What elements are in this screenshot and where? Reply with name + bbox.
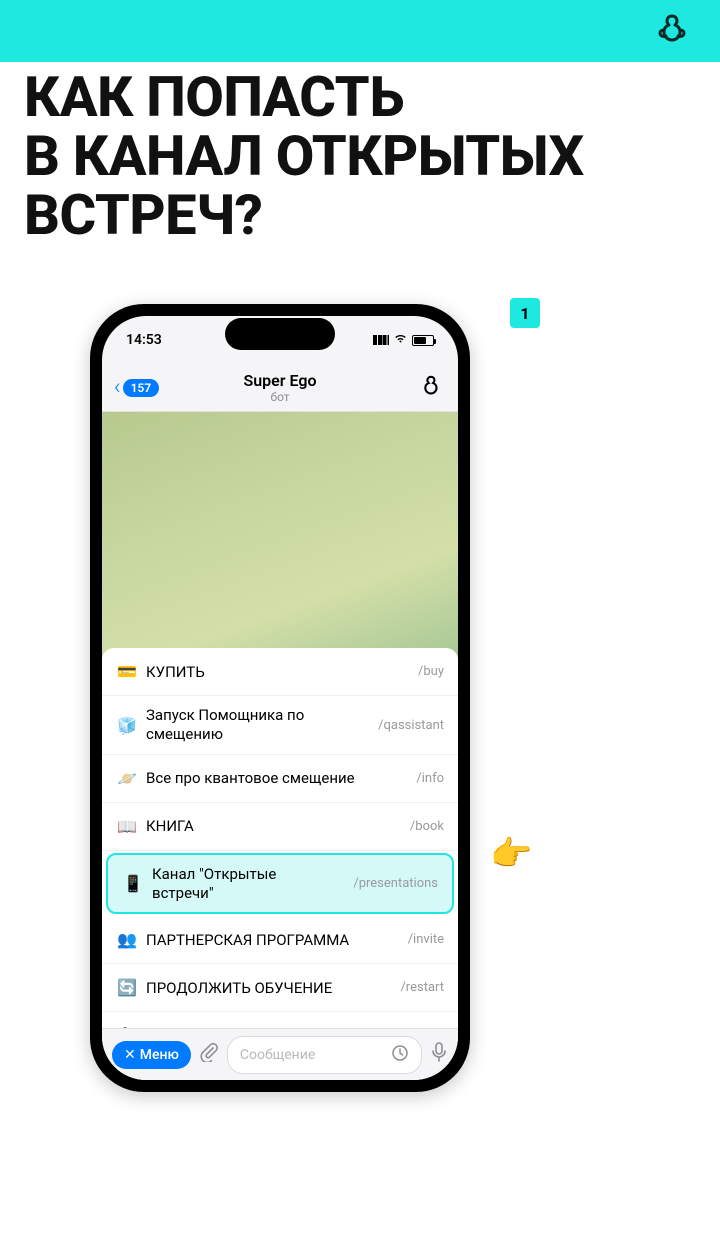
- unread-count-badge: 157: [123, 379, 160, 397]
- title-line: В КАНАЛ ОТКРЫТЫХ: [24, 123, 584, 189]
- menu-item-icon: 💳: [116, 662, 138, 681]
- menu-item[interactable]: 📱 Канал "Открытые встречи" /presentations: [106, 853, 454, 915]
- wifi-icon: [393, 333, 408, 348]
- menu-item-command: /invite: [408, 932, 444, 947]
- status-time: 14:53: [126, 332, 162, 348]
- battery-icon: [412, 335, 434, 346]
- menu-item-label: Все про квантовое смещение: [146, 769, 408, 788]
- menu-item-command: /buy: [418, 664, 444, 679]
- chevron-left-icon: ‹: [114, 375, 121, 400]
- brand-logo-icon: [652, 12, 692, 52]
- menu-item[interactable]: 🔄 ПРОДОЛЖИТЬ ОБУЧЕНИЕ/restart: [102, 964, 458, 1012]
- menu-button-label: Меню: [140, 1047, 179, 1063]
- menu-item-label: ПАРТНЕРСКАЯ ПРОГРАММА: [146, 931, 400, 950]
- bot-menu-panel: 💳 КУПИТЬ/buy 🧊 Запуск Помощника по смещению…: [102, 648, 458, 1080]
- back-button[interactable]: ‹ 157: [114, 375, 159, 400]
- title-line: КАК ПОПАСТЬ: [24, 64, 404, 130]
- menu-item[interactable]: 📖 КНИГА/book: [102, 803, 458, 851]
- chat-header: ‹ 157 Super Ego бот: [102, 364, 458, 412]
- chat-avatar[interactable]: [416, 373, 446, 403]
- menu-item[interactable]: 👥 ПАРТНЕРСКАЯ ПРОГРАММА/invite: [102, 916, 458, 964]
- phone-frame: 14:53 ‹ 157 Super Ego бот: [90, 304, 470, 1092]
- menu-item-icon: 📱: [122, 874, 144, 893]
- title-line: ВСТРЕЧ?: [24, 182, 262, 248]
- phone-notch: [225, 318, 335, 350]
- menu-item-command: /book: [410, 819, 444, 834]
- menu-item-icon: 👥: [116, 930, 138, 949]
- page-title: КАК ПОПАСТЬ В КАНАЛ ОТКРЫТЫХ ВСТРЕЧ?: [0, 62, 720, 244]
- menu-item-icon: 🪐: [116, 769, 138, 788]
- close-icon: ✕: [124, 1047, 136, 1063]
- attach-icon[interactable]: [199, 1042, 219, 1067]
- schedule-icon[interactable]: [391, 1043, 409, 1067]
- menu-item[interactable]: 🪐 Все про квантовое смещение/info: [102, 755, 458, 803]
- pointing-hand-icon: 👉: [490, 834, 532, 874]
- message-input-bar: ✕ Меню Сообщение: [102, 1028, 458, 1080]
- message-input[interactable]: Сообщение: [227, 1036, 422, 1074]
- step-number-badge: 1: [510, 298, 540, 328]
- accent-band: [0, 0, 720, 62]
- menu-item-command: /presentations: [353, 876, 438, 891]
- menu-item[interactable]: 💳 КУПИТЬ/buy: [102, 648, 458, 696]
- menu-item-label: Канал "Открытые встречи": [152, 865, 345, 903]
- status-icons: [373, 333, 434, 348]
- mic-icon[interactable]: [430, 1041, 448, 1068]
- cellular-icon: [373, 335, 389, 345]
- menu-button[interactable]: ✕ Меню: [112, 1041, 191, 1069]
- menu-item-icon: 🔄: [116, 978, 138, 997]
- phone-screen: 14:53 ‹ 157 Super Ego бот: [102, 316, 458, 1080]
- menu-item-icon: 🧊: [116, 716, 138, 735]
- message-placeholder: Сообщение: [240, 1047, 315, 1063]
- menu-item-label: КУПИТЬ: [146, 663, 410, 682]
- menu-item-label: КНИГА: [146, 817, 402, 836]
- menu-item[interactable]: 🧊 Запуск Помощника по смещению/qassistant: [102, 696, 458, 755]
- menu-item-command: /restart: [400, 980, 444, 995]
- menu-item-command: /info: [416, 771, 444, 786]
- chat-background: [102, 412, 458, 658]
- menu-item-label: ПРОДОЛЖИТЬ ОБУЧЕНИЕ: [146, 979, 392, 998]
- menu-item-icon: 📖: [116, 817, 138, 836]
- menu-item-command: /qassistant: [378, 718, 444, 733]
- menu-item-label: Запуск Помощника по смещению: [146, 706, 370, 744]
